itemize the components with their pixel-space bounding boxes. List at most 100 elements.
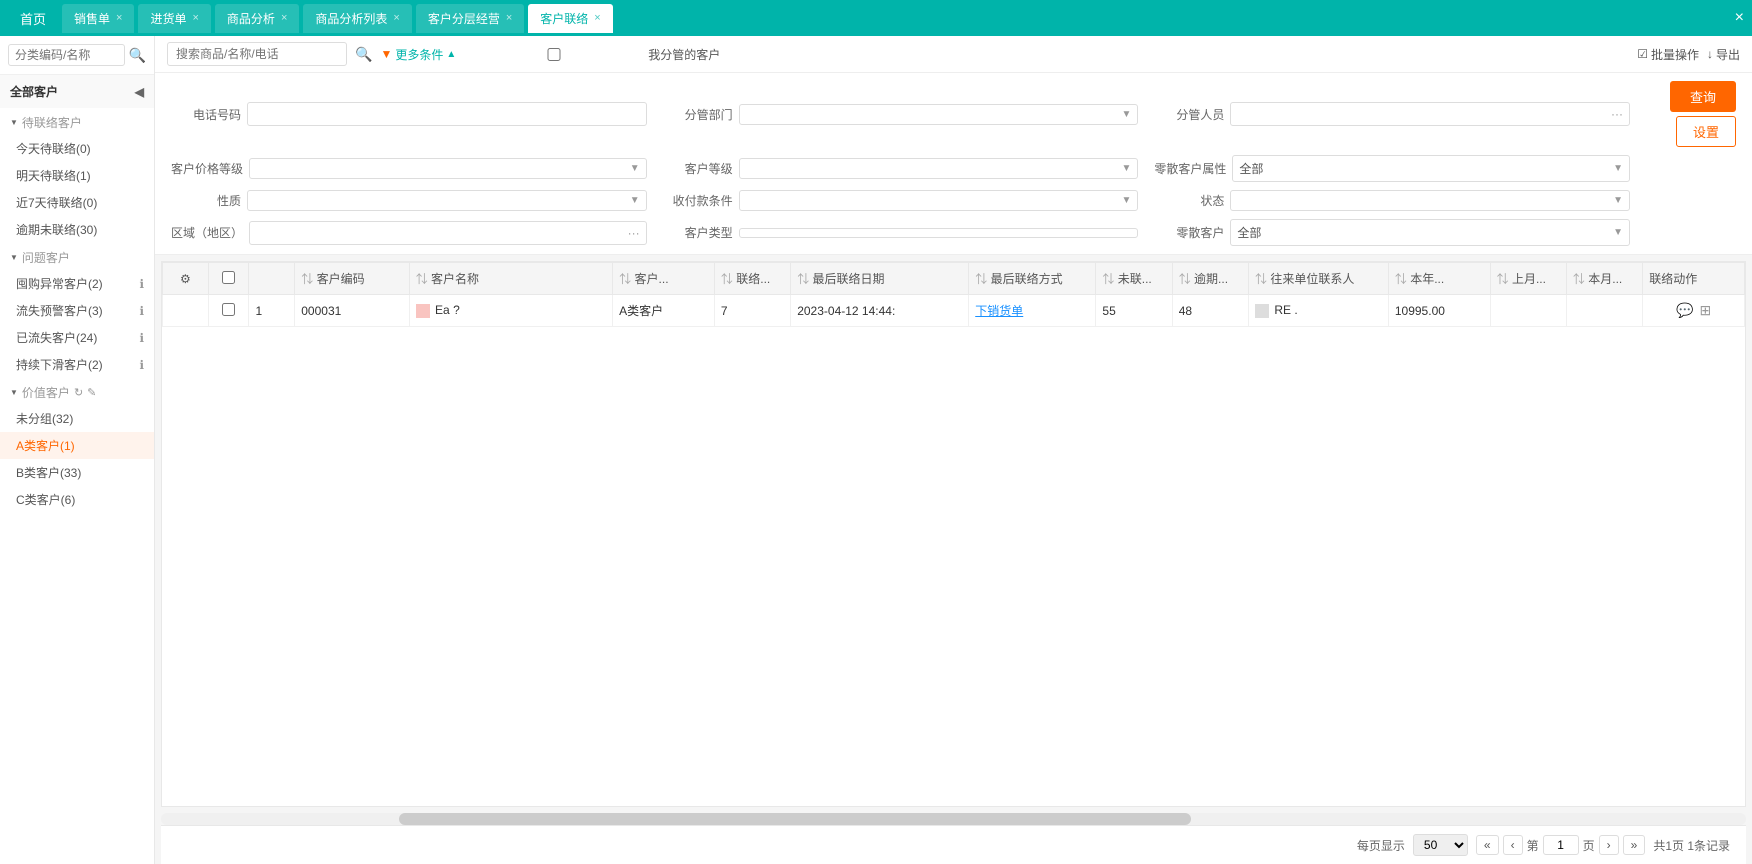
filter-customer-type-select[interactable] [739,228,1139,238]
comment-action-icon[interactable]: 💬 [1676,302,1693,319]
filter-customer-level-select[interactable]: ▼ [739,158,1139,179]
page-label: 第 [1527,837,1539,854]
filter-phone-input[interactable] [247,102,647,126]
sidebar-item-class-c[interactable]: C类客户(6) [0,486,154,513]
filter-region-select[interactable]: ··· [249,221,647,245]
col-customer-name[interactable]: ⇅ 客户名称 [409,263,612,295]
filter-retail-customer-select[interactable]: 全部 ▼ [1230,219,1630,246]
filter-person: 分管人员 ··· [1154,102,1630,126]
contact-method-link[interactable]: 下销货单 [975,304,1023,318]
sidebar-item-ungroup[interactable]: 未分组(32) [0,405,154,432]
sidebar-item-class-a[interactable]: A类客户(1) [0,432,154,459]
filter-phone: 电话号码 [171,102,647,126]
nav-tab-purchase[interactable]: 进货单 × [138,4,210,33]
sidebar-section-problem: ▼ 问题客户 [0,243,154,270]
sidebar-item-tomorrow[interactable]: 明天待联络(1) [0,162,154,189]
per-page-select[interactable]: 50 100 200 [1413,834,1468,856]
col-last-month[interactable]: ⇅ 上月... [1490,263,1566,295]
filter-payment-select[interactable]: ▼ [739,190,1139,211]
row-checkbox[interactable] [222,303,235,316]
nav-tab-analysis-list-close[interactable]: × [393,12,399,24]
col-last-contact-date[interactable]: ⇅ 最后联络日期 [791,263,969,295]
sidebar-item-declining-icon: ℹ [139,358,144,372]
check-all[interactable] [222,271,235,284]
filter-price-level-select[interactable]: ▼ [249,158,647,179]
nav-tab-sales-close[interactable]: × [116,12,122,24]
sidebar-search-input[interactable] [8,44,125,66]
col-last-contact-method[interactable]: ⇅ 最后联络方式 [969,263,1096,295]
nav-tab-customer-segment-close[interactable]: × [506,12,512,24]
query-button[interactable]: 查询 [1670,81,1736,112]
col-this-year[interactable]: ⇅ 本年... [1388,263,1490,295]
row-check[interactable] [208,295,249,327]
nav-tab-customer-segment-label: 客户分层经营 [428,10,500,27]
my-customers-filter[interactable]: 我分管的客户 [464,46,720,63]
filter-person-select[interactable]: ··· [1230,102,1630,126]
nav-tab-analysis[interactable]: 商品分析 × [215,4,299,33]
batch-op-btn[interactable]: ☑ 批量操作 [1637,46,1699,63]
filter-bar: 🔍 ▼ 更多条件 ▲ 我分管的客户 ☑ 批量操作 ↓ 导出 [155,36,1752,73]
more-conditions-btn[interactable]: ▼ 更多条件 ▲ [380,46,456,63]
nav-tab-customer-contact[interactable]: 客户联络 × [528,4,612,33]
page-input[interactable] [1543,835,1579,855]
prev-page-btn[interactable]: ‹ [1503,835,1523,855]
sidebar-item-abnormal[interactable]: 囤购异常客户(2) ℹ [0,270,154,297]
sidebar-item-class-b[interactable]: B类客户(33) [0,459,154,486]
sidebar-refresh-icon[interactable]: ↻ [74,386,83,399]
sidebar-item-churned[interactable]: 已流失客户(24) ℹ [0,324,154,351]
sidebar-item-churn-warning[interactable]: 流失预警客户(3) ℹ [0,297,154,324]
sidebar-item-today[interactable]: 今天待联络(0) [0,135,154,162]
table-wrapper: ⚙ ⇅ 客户编码 ⇅ 客户名称 ⇅ 客户... ⇅ 联 [161,261,1746,807]
col-visit-contact[interactable]: ⇅ 往来单位联系人 [1248,263,1388,295]
search-input[interactable] [167,42,347,66]
export-label: 导出 [1716,46,1740,63]
sidebar-all-customers-label: 全部客户 [10,83,58,100]
row-actions-container: 💬 ⊞ [1649,302,1738,319]
export-btn[interactable]: ↓ 导出 [1707,46,1740,63]
col-this-month[interactable]: ⇅ 本月... [1566,263,1642,295]
sidebar-all-customers-header: 全部客户 ◀ [0,75,154,108]
nav-tab-sales[interactable]: 销售单 × [62,4,134,33]
table-header-row: ⚙ ⇅ 客户编码 ⇅ 客户名称 ⇅ 客户... ⇅ 联 [163,263,1745,295]
nav-tab-analysis-list[interactable]: 商品分析列表 × [303,4,411,33]
col-contact-count[interactable]: ⇅ 联络... [714,263,790,295]
col-gear[interactable]: ⚙ [163,263,209,295]
sidebar-item-declining[interactable]: 持续下滑客户(2) ℹ [0,351,154,378]
col-customer-code[interactable]: ⇅ 客户编码 [295,263,409,295]
next-page-btn[interactable]: › [1599,835,1619,855]
row-not-contacted: 55 [1096,295,1172,327]
col-not-contacted[interactable]: ⇅ 未联... [1096,263,1172,295]
filter-status-arrow: ▼ [1613,195,1623,206]
filter-status-select[interactable]: ▼ [1230,190,1630,211]
settings-button[interactable]: 设置 [1676,116,1736,147]
my-customers-checkbox[interactable] [464,48,644,61]
sidebar-edit-icon[interactable]: ✎ [87,386,96,399]
last-page-btn[interactable]: » [1623,835,1646,855]
sidebar-item-churned-icon: ℹ [139,331,144,345]
sidebar-collapse-icon[interactable]: ◀ [135,85,144,99]
sidebar-search-icon[interactable]: 🔍 [129,47,146,64]
row-last-contact-method[interactable]: 下销货单 [969,295,1096,327]
first-page-btn[interactable]: « [1476,835,1499,855]
grid-action-icon[interactable]: ⊞ [1699,302,1711,319]
sidebar-item-churn-warning-icon: ℹ [139,304,144,318]
sidebar-item-overdue[interactable]: 逾期未联络(30) [0,216,154,243]
col-check[interactable] [208,263,249,295]
col-overdue[interactable]: ⇅ 逾期... [1172,263,1248,295]
nav-tab-purchase-close[interactable]: × [192,12,198,24]
nav-tab-analysis-close[interactable]: × [281,12,287,24]
sidebar-item-week[interactable]: 近7天待联络(0) [0,189,154,216]
close-all-icon[interactable]: × [1735,9,1744,27]
filter-nature-select[interactable]: ▼ [247,190,647,211]
filter-retail-attr-select[interactable]: 全部 ▼ [1232,155,1630,182]
nav-home[interactable]: 首页 [8,3,58,34]
col-customer-type[interactable]: ⇅ 客户... [613,263,715,295]
horizontal-scrollbar[interactable] [161,813,1746,825]
nav-tab-customer-contact-close[interactable]: × [594,12,600,24]
nav-tab-customer-segment[interactable]: 客户分层经营 × [416,4,524,33]
scrollbar-thumb[interactable] [399,813,1192,825]
filter-search-icon[interactable]: 🔍 [355,46,372,63]
filter-dept-arrow: ▼ [1121,109,1131,120]
filter-dept-select[interactable]: ▼ [739,104,1139,125]
row-customer-code: 000031 [295,295,409,327]
